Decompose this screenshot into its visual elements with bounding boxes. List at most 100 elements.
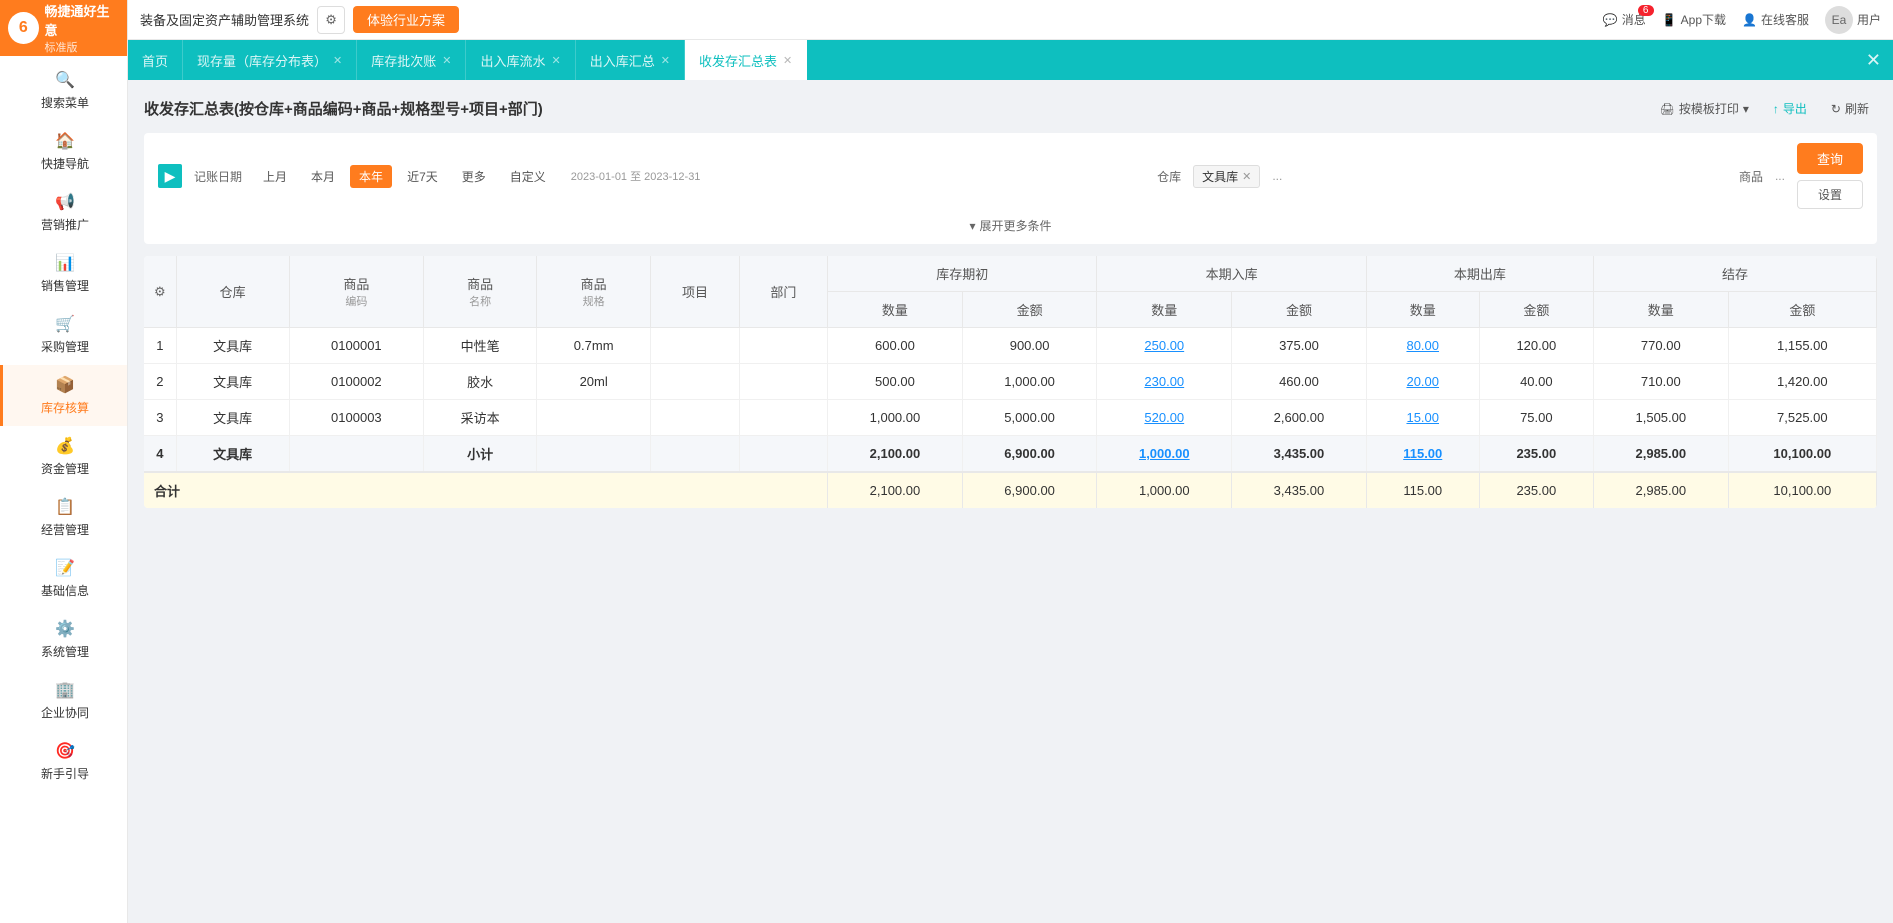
- out-qty-link[interactable]: 80.00: [1406, 338, 1439, 353]
- date-btn-更多[interactable]: 更多: [453, 165, 495, 188]
- col-goods-name: 商品名称: [424, 256, 537, 328]
- sidebar-item-basic_info[interactable]: 📝 基础信息: [0, 548, 127, 609]
- query-button[interactable]: 查询: [1797, 143, 1863, 174]
- footer-label: 合计: [144, 472, 828, 508]
- sidebar-item-label-finance: 资金管理: [41, 460, 89, 477]
- tab-inout_summary[interactable]: 出入库汇总✕: [576, 40, 685, 80]
- date-btn-自定义[interactable]: 自定义: [501, 165, 555, 188]
- cell-no: 4: [144, 436, 176, 473]
- tab-close-inventory_dist[interactable]: ✕: [333, 54, 342, 67]
- search-icon: 🔍: [55, 70, 75, 90]
- sidebar-item-operations[interactable]: 📋经营管理: [0, 487, 127, 548]
- cell-code: 0100001: [289, 328, 424, 364]
- refresh-btn[interactable]: ↻ 刷新: [1823, 96, 1877, 121]
- footer-opening-amt: 6,900.00: [962, 472, 1097, 508]
- sidebar-item-newbie[interactable]: 🎯新手引导: [0, 731, 127, 792]
- table-footer: 合计 2,100.00 6,900.00 1,000.00 3,435.00 1…: [144, 472, 1877, 508]
- tab-close-inout_summary[interactable]: ✕: [661, 54, 670, 67]
- print-chevron-icon: ▾: [1743, 102, 1749, 116]
- cell-in-amt: 3,435.00: [1232, 436, 1367, 473]
- date-btn-近7天[interactable]: 近7天: [398, 165, 447, 188]
- warehouse-more[interactable]: ...: [1272, 169, 1282, 183]
- topbar-left: 装备及固定资产辅助管理系统 ⚙ 体验行业方案: [140, 6, 459, 34]
- basic_info-icon: 📝: [55, 558, 75, 578]
- cell-in-amt: 2,600.00: [1232, 400, 1367, 436]
- export-btn[interactable]: ↑ 导出: [1765, 96, 1815, 121]
- tab-inout_flow[interactable]: 出入库流水✕: [466, 40, 575, 80]
- app-download-btn[interactable]: 📱 App下载: [1662, 11, 1726, 28]
- sidebar: 6 畅捷通好生意 标准版 🔍搜索菜单🏠快捷导航📢营销推广 📊 销售管理 🛒采购管理📦库…: [0, 0, 128, 923]
- sidebar-item-label-sales: 销售管理: [41, 277, 89, 294]
- cell-closing-amt: 1,155.00: [1728, 328, 1876, 364]
- goods-more[interactable]: ...: [1775, 169, 1785, 183]
- out-qty-link[interactable]: 115.00: [1403, 446, 1442, 461]
- experience-button[interactable]: 体验行业方案: [353, 6, 459, 33]
- online-service-btn[interactable]: 👤 在线客服: [1742, 11, 1809, 28]
- out-qty-link[interactable]: 20.00: [1406, 374, 1439, 389]
- expand-conditions-btn[interactable]: ▾ 展开更多条件: [969, 217, 1051, 234]
- tab-close-batch[interactable]: ✕: [442, 54, 451, 67]
- tab-inventory_dist[interactable]: 现存量（库存分布表）✕: [183, 40, 357, 80]
- sidebar-item-search[interactable]: 🔍搜索菜单: [0, 60, 127, 121]
- sidebar-item-quick_nav[interactable]: 🏠快捷导航: [0, 121, 127, 182]
- sidebar-item-marketing[interactable]: 📢营销推广: [0, 182, 127, 243]
- print-btn[interactable]: 🖨 按模板打印 ▾: [1652, 96, 1757, 121]
- cell-spec: [537, 436, 651, 473]
- cell-opening-amt: 5,000.00: [962, 400, 1097, 436]
- phone-icon: 📱: [1662, 13, 1677, 27]
- sidebar-item-label-basic_info: 基础信息: [41, 582, 89, 599]
- date-btn-本年[interactable]: 本年: [350, 165, 392, 188]
- in-qty-link[interactable]: 520.00: [1144, 410, 1184, 425]
- out-qty-link[interactable]: 15.00: [1406, 410, 1439, 425]
- logo-area: 6 畅捷通好生意 标准版: [0, 0, 127, 56]
- settings-icon-btn[interactable]: ⚙: [317, 6, 345, 34]
- table-row: 1 文具库 0100001 中性笔 0.7mm 600.00 900.00 25…: [144, 328, 1877, 364]
- sidebar-item-enterprise[interactable]: 🏢企业协同: [0, 670, 127, 731]
- user-btn[interactable]: Ea 用户: [1825, 6, 1881, 34]
- warehouse-tag-close[interactable]: ✕: [1242, 170, 1251, 183]
- cell-warehouse: 文具库: [176, 364, 289, 400]
- sidebar-item-finance[interactable]: 💰资金管理: [0, 426, 127, 487]
- cell-spec: 0.7mm: [537, 328, 651, 364]
- warehouse-tag[interactable]: 文具库 ✕: [1193, 165, 1260, 188]
- sidebar-item-purchase[interactable]: 🛒采购管理: [0, 304, 127, 365]
- tab-receive_summary[interactable]: 收发存汇总表✕: [685, 40, 807, 80]
- date-btn-上月[interactable]: 上月: [254, 165, 296, 188]
- col-department: 部门: [739, 256, 827, 328]
- filter-bar: ▶ 记账日期 上月本月本年近7天更多自定义 2023-01-01 至 2023-…: [144, 133, 1877, 244]
- tab-home[interactable]: 首页: [128, 40, 183, 80]
- col-opening-amt: 金额: [962, 292, 1097, 328]
- sidebar-item-inventory[interactable]: 📦库存核算: [0, 365, 127, 426]
- sidebar-item-system[interactable]: ⚙️系统管理: [0, 609, 127, 670]
- date-range-display: 2023-01-01 至 2023-12-31: [571, 168, 701, 184]
- tab-batch[interactable]: 库存批次账✕: [357, 40, 466, 80]
- logo-title: 畅捷通好生意: [45, 1, 119, 39]
- cell-opening-amt: 6,900.00: [962, 436, 1097, 473]
- cell-closing-qty: 2,985.00: [1593, 436, 1728, 473]
- cell-warehouse: 文具库: [176, 400, 289, 436]
- table-row: 2 文具库 0100002 胶水 20ml 500.00 1,000.00 23…: [144, 364, 1877, 400]
- tab-close-inout_flow[interactable]: ✕: [552, 54, 561, 67]
- sales-icon: 📊: [55, 253, 75, 273]
- filter-toggle-btn[interactable]: ▶: [158, 164, 182, 188]
- sidebar-item-label-system: 系统管理: [41, 643, 89, 660]
- cell-code: 0100002: [289, 364, 424, 400]
- col-settings[interactable]: ⚙: [144, 256, 176, 328]
- print-icon: 🖨: [1660, 102, 1675, 116]
- in-qty-link[interactable]: 250.00: [1144, 338, 1184, 353]
- date-btn-本月[interactable]: 本月: [302, 165, 344, 188]
- filter-row: ▶ 记账日期 上月本月本年近7天更多自定义 2023-01-01 至 2023-…: [158, 143, 1863, 209]
- sidebar-item-sales[interactable]: 📊 销售管理: [0, 243, 127, 304]
- tab-close-receive_summary[interactable]: ✕: [783, 54, 792, 67]
- set-button[interactable]: 设置: [1797, 180, 1863, 209]
- messages-btn[interactable]: 💬 消息 6: [1603, 11, 1646, 28]
- cell-closing-qty: 1,505.00: [1593, 400, 1728, 436]
- in-qty-link[interactable]: 1,000.00: [1139, 446, 1190, 461]
- in-qty-link[interactable]: 230.00: [1144, 374, 1184, 389]
- cell-department: [739, 364, 827, 400]
- col-closing-qty: 数量: [1593, 292, 1728, 328]
- tab-bar-close-btn[interactable]: ✕: [1854, 50, 1893, 71]
- close-all-icon[interactable]: ✕: [1866, 50, 1881, 71]
- cell-out-qty: 20.00: [1366, 364, 1479, 400]
- refresh-label: 刷新: [1845, 100, 1869, 117]
